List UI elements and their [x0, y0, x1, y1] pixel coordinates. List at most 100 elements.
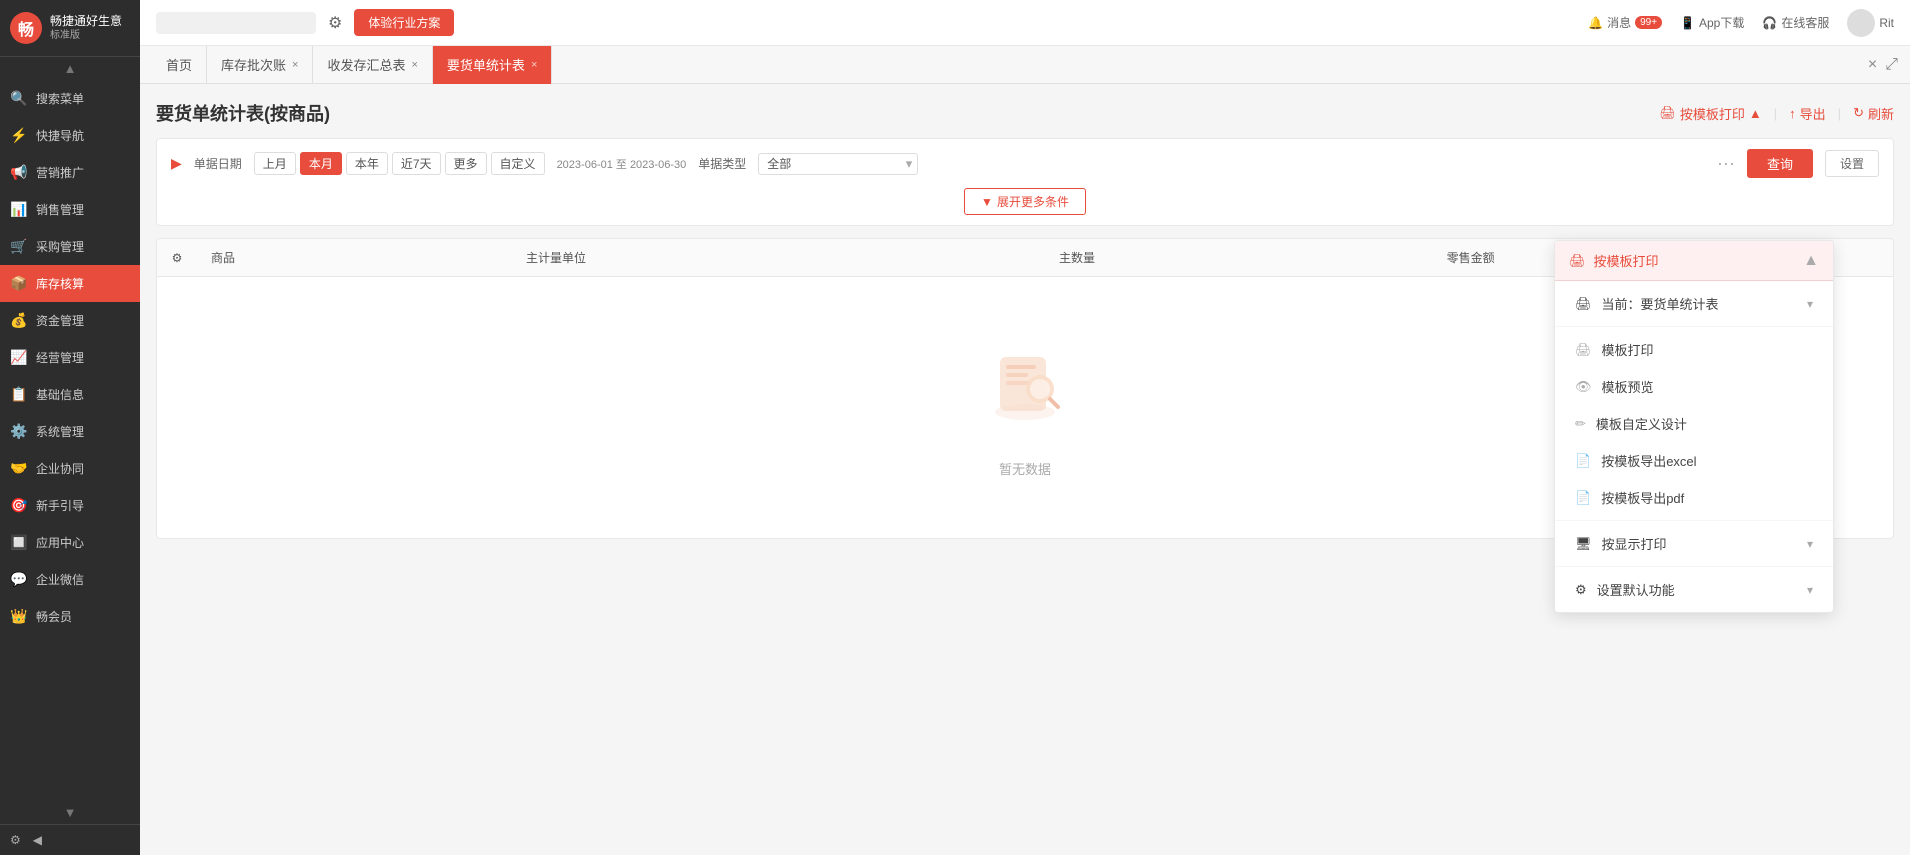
export-action[interactable]: ↑ 导出 [1789, 104, 1826, 123]
date-btn-last-month[interactable]: 上月 [254, 152, 296, 175]
online-service-item[interactable]: 🎧 在线客服 [1762, 14, 1829, 31]
dropdown-item-template-preview[interactable]: 👁 模板预览 [1555, 368, 1833, 405]
member-icon: 👑 [10, 608, 28, 625]
sidebar-item-label: 营销推广 [36, 164, 84, 181]
sidebar-item-label: 新手引导 [36, 497, 84, 514]
export-label: 导出 [1800, 104, 1826, 123]
messages-item[interactable]: 🔔 消息 99+ [1588, 14, 1662, 31]
sidebar-item-label: 销售管理 [36, 201, 84, 218]
export-icon: ↑ [1789, 106, 1796, 121]
sidebar-item-enterprise[interactable]: 🤝 企业协同 [0, 450, 140, 487]
set-default-icon: ⚙ [1575, 582, 1587, 598]
settings-button[interactable]: 设置 [1825, 150, 1879, 177]
quick-nav-icon: ⚡ [10, 127, 28, 144]
dropdown-item-template-excel[interactable]: 📄 按模板导出excel [1555, 442, 1833, 479]
empty-icon [980, 337, 1070, 443]
operation-icon: 📈 [10, 349, 28, 366]
tab-receivable-summary[interactable]: 收发存汇总表 × [313, 46, 432, 84]
set-default-label: 设置默认功能 [1597, 580, 1675, 599]
enterprise-icon: 🤝 [10, 460, 28, 477]
sidebar-item-sales[interactable]: 📊 销售管理 [0, 191, 140, 228]
page-actions: 🖨 按模板打印 ▲ | ↑ 导出 | ↻ 刷新 [1659, 104, 1894, 123]
tab-inventory-batch-close[interactable]: × [292, 59, 298, 71]
expand-more-btn[interactable]: ▼ 展开更多条件 [964, 188, 1086, 215]
col-settings[interactable]: ⚙ [157, 239, 197, 277]
template-print-label: 模板打印 [1602, 340, 1654, 359]
filter-row: ▶ 单据日期 上月 本月 本年 近7天 更多 自定义 2023-06-01 至 … [171, 149, 1879, 178]
sidebar-item-finance[interactable]: 💰 资金管理 [0, 302, 140, 339]
sidebar-item-search[interactable]: 🔍 搜索菜单 [0, 80, 140, 117]
dropdown-item-template-pdf[interactable]: 📄 按模板导出pdf [1555, 479, 1833, 516]
sidebar-item-wechat[interactable]: 💬 企业微信 [0, 561, 140, 598]
sidebar-item-marketing[interactable]: 📢 营销推广 [0, 154, 140, 191]
eye-menu-icon: 👁 [1575, 379, 1592, 395]
refresh-icon: ↻ [1853, 105, 1864, 121]
content-inner: 要货单统计表(按商品) 🖨 按模板打印 ▲ | ↑ 导出 | ↻ [156, 100, 1894, 539]
dropdown-title: 按模板打印 [1594, 251, 1659, 270]
sidebar-item-member[interactable]: 👑 畅会员 [0, 598, 140, 635]
tab-order-stats[interactable]: 要货单统计表 × [433, 46, 552, 84]
main-area: ⚙ 体验行业方案 🔔 消息 99+ 📱 App下载 🎧 在线客服 Rit [140, 0, 1910, 855]
tab-inventory-batch-label: 库存批次账 [221, 55, 286, 74]
user-avatar[interactable]: Rit [1847, 9, 1894, 37]
sidebar-item-label: 采购管理 [36, 238, 84, 255]
tab-inventory-batch[interactable]: 库存批次账 × [207, 46, 313, 84]
topbar-search-input[interactable] [156, 12, 316, 34]
page-header: 要货单统计表(按商品) 🖨 按模板打印 ▲ | ↑ 导出 | ↻ [156, 100, 1894, 126]
dropdown-current-template[interactable]: 🖨 当前：要货单统计表 ▾ [1555, 285, 1833, 322]
date-range-display: 2023-06-01 至 2023-06-30 [557, 156, 687, 172]
tabbar: 首页 库存批次账 × 收发存汇总表 × 要货单统计表 × × ⤢ [140, 46, 1910, 84]
sidebar-item-label: 资金管理 [36, 312, 84, 329]
chevron-down-icon: ▼ [981, 195, 993, 209]
tab-home[interactable]: 首页 [152, 46, 207, 84]
apps-icon: 🔲 [10, 534, 28, 551]
dropdown-display-print[interactable]: 🖥 按显示打印 ▾ [1555, 525, 1833, 562]
print-template-action[interactable]: 🖨 按模板打印 ▲ [1659, 104, 1761, 123]
more-options-button[interactable]: ··· [1717, 153, 1735, 174]
doc-type-select[interactable]: 全部 要货单 [758, 153, 918, 175]
sidebar-footer: ⚙ ◀ [0, 824, 140, 855]
empty-text: 暂无数据 [999, 459, 1051, 478]
tab-close-all-button[interactable]: × [1868, 56, 1877, 74]
sidebar-item-system[interactable]: ⚙️ 系统管理 [0, 413, 140, 450]
filter-expand-icon[interactable]: ▶ [171, 155, 182, 172]
dropdown-item-template-print[interactable]: 🖨 模板打印 [1555, 331, 1833, 368]
sidebar-item-label: 基础信息 [36, 386, 84, 403]
query-button[interactable]: 查询 [1747, 149, 1813, 178]
display-print-label: 按显示打印 [1602, 534, 1667, 553]
dropdown-header: 🖨 按模板打印 ▲ [1555, 241, 1833, 281]
sidebar-item-purchase[interactable]: 🛒 采购管理 [0, 228, 140, 265]
set-default-arrow: ▾ [1807, 583, 1813, 597]
tab-expand-button[interactable]: ⤢ [1885, 56, 1898, 74]
sidebar-item-guide[interactable]: 🎯 新手引导 [0, 487, 140, 524]
tab-order-stats-close[interactable]: × [531, 59, 537, 71]
date-btn-this-year[interactable]: 本年 [346, 152, 388, 175]
sidebar-item-quick-nav[interactable]: ⚡ 快捷导航 [0, 117, 140, 154]
settings-icon[interactable]: ⚙ [10, 833, 21, 847]
sep2: | [1838, 106, 1841, 121]
tab-receivable-summary-close[interactable]: × [411, 59, 417, 71]
date-btn-this-month[interactable]: 本月 [300, 152, 342, 175]
app-download-item[interactable]: 📱 App下载 [1680, 14, 1744, 31]
filter-bar: ▶ 单据日期 上月 本月 本年 近7天 更多 自定义 2023-06-01 至 … [156, 138, 1894, 226]
sidebar-scroll-up[interactable]: ▲ [0, 57, 140, 80]
doc-type-label: 单据类型 [698, 155, 746, 172]
sidebar-item-base[interactable]: 📋 基础信息 [0, 376, 140, 413]
dropdown-item-template-custom[interactable]: ✏ 模板自定义设计 [1555, 405, 1833, 442]
sidebar-item-apps[interactable]: 🔲 应用中心 [0, 524, 140, 561]
template-custom-label: 模板自定义设计 [1596, 414, 1687, 433]
chevron-right-icon: ▾ [1807, 297, 1813, 311]
dropdown-close-button[interactable]: ▲ [1803, 252, 1819, 270]
dropdown-set-default[interactable]: ⚙ 设置默认功能 ▾ [1555, 571, 1833, 608]
collapse-icon[interactable]: ◀ [33, 833, 42, 847]
sidebar-item-operation[interactable]: 📈 经营管理 [0, 339, 140, 376]
sidebar-item-inventory[interactable]: 📦 库存核算 [0, 265, 140, 302]
sidebar-scroll-down[interactable]: ▼ [0, 801, 140, 824]
refresh-action[interactable]: ↻ 刷新 [1853, 104, 1894, 123]
date-btn-7days[interactable]: 近7天 [392, 152, 441, 175]
date-btn-more[interactable]: 更多 [445, 152, 487, 175]
bell-icon: 🔔 [1588, 16, 1603, 30]
trial-button[interactable]: 体验行业方案 [354, 9, 454, 36]
topbar-settings-icon[interactable]: ⚙ [328, 13, 342, 33]
date-btn-custom[interactable]: 自定义 [491, 152, 545, 175]
